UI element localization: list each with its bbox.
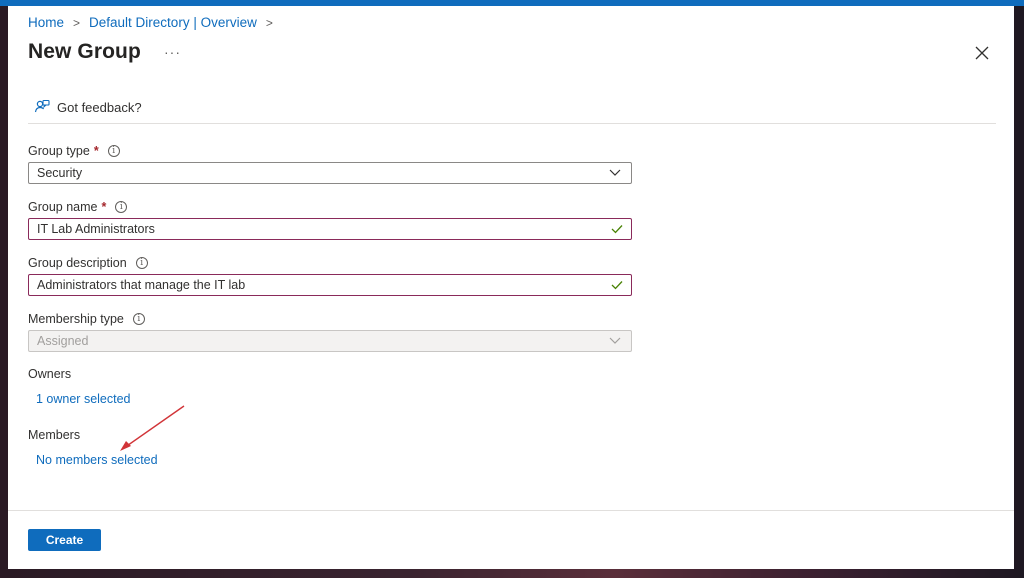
annotation-arrow <box>120 405 185 451</box>
chevron-down-icon <box>609 169 621 176</box>
checkmark-icon <box>611 225 623 234</box>
membership-type-dropdown: Assigned <box>28 330 632 352</box>
feedback-icon <box>34 99 50 113</box>
new-group-panel: Home > Default Directory | Overview > Ne… <box>8 6 1014 569</box>
group-type-label: Group type * i <box>28 144 120 158</box>
group-description-label-text: Group description <box>28 256 127 270</box>
divider <box>28 123 996 124</box>
checkmark-icon <box>611 281 623 290</box>
group-type-label-text: Group type <box>28 144 90 158</box>
required-indicator: * <box>101 200 107 214</box>
owners-label: Owners <box>28 367 72 381</box>
chevron-down-icon <box>609 337 621 344</box>
footer-divider <box>8 510 1014 511</box>
close-icon[interactable] <box>972 43 992 63</box>
create-button[interactable]: Create <box>28 529 101 551</box>
group-name-input[interactable]: IT Lab Administrators <box>28 218 632 240</box>
page-title: New Group <box>28 40 141 63</box>
membership-type-label: Membership type i <box>28 312 145 326</box>
membership-type-value: Assigned <box>37 334 89 348</box>
feedback-button[interactable]: Got feedback? <box>34 99 142 115</box>
membership-type-label-text: Membership type <box>28 312 124 326</box>
group-name-label-text: Group name <box>28 200 98 214</box>
group-name-label: Group name * i <box>28 200 128 214</box>
group-description-input[interactable]: Administrators that manage the IT lab <box>28 274 632 296</box>
chevron-right-icon: > <box>73 15 81 30</box>
chevron-right-icon: > <box>265 15 273 30</box>
group-description-value: Administrators that manage the IT lab <box>37 278 246 292</box>
info-icon[interactable]: i <box>135 257 148 269</box>
feedback-label: Got feedback? <box>57 99 142 115</box>
required-indicator: * <box>93 144 99 158</box>
info-icon[interactable]: i <box>107 145 120 157</box>
group-name-value: IT Lab Administrators <box>37 222 155 236</box>
group-type-dropdown[interactable]: Security <box>28 162 632 184</box>
members-label: Members <box>28 428 81 442</box>
group-description-label: Group description i <box>28 256 148 270</box>
info-icon[interactable]: i <box>132 313 145 325</box>
breadcrumb-directory[interactable]: Default Directory | Overview <box>89 15 257 30</box>
info-icon[interactable]: i <box>115 201 128 213</box>
group-type-value: Security <box>37 166 83 180</box>
breadcrumb-home[interactable]: Home <box>28 15 64 30</box>
breadcrumb: Home > Default Directory | Overview > <box>28 15 282 30</box>
more-options-button[interactable]: ··· <box>164 44 181 60</box>
